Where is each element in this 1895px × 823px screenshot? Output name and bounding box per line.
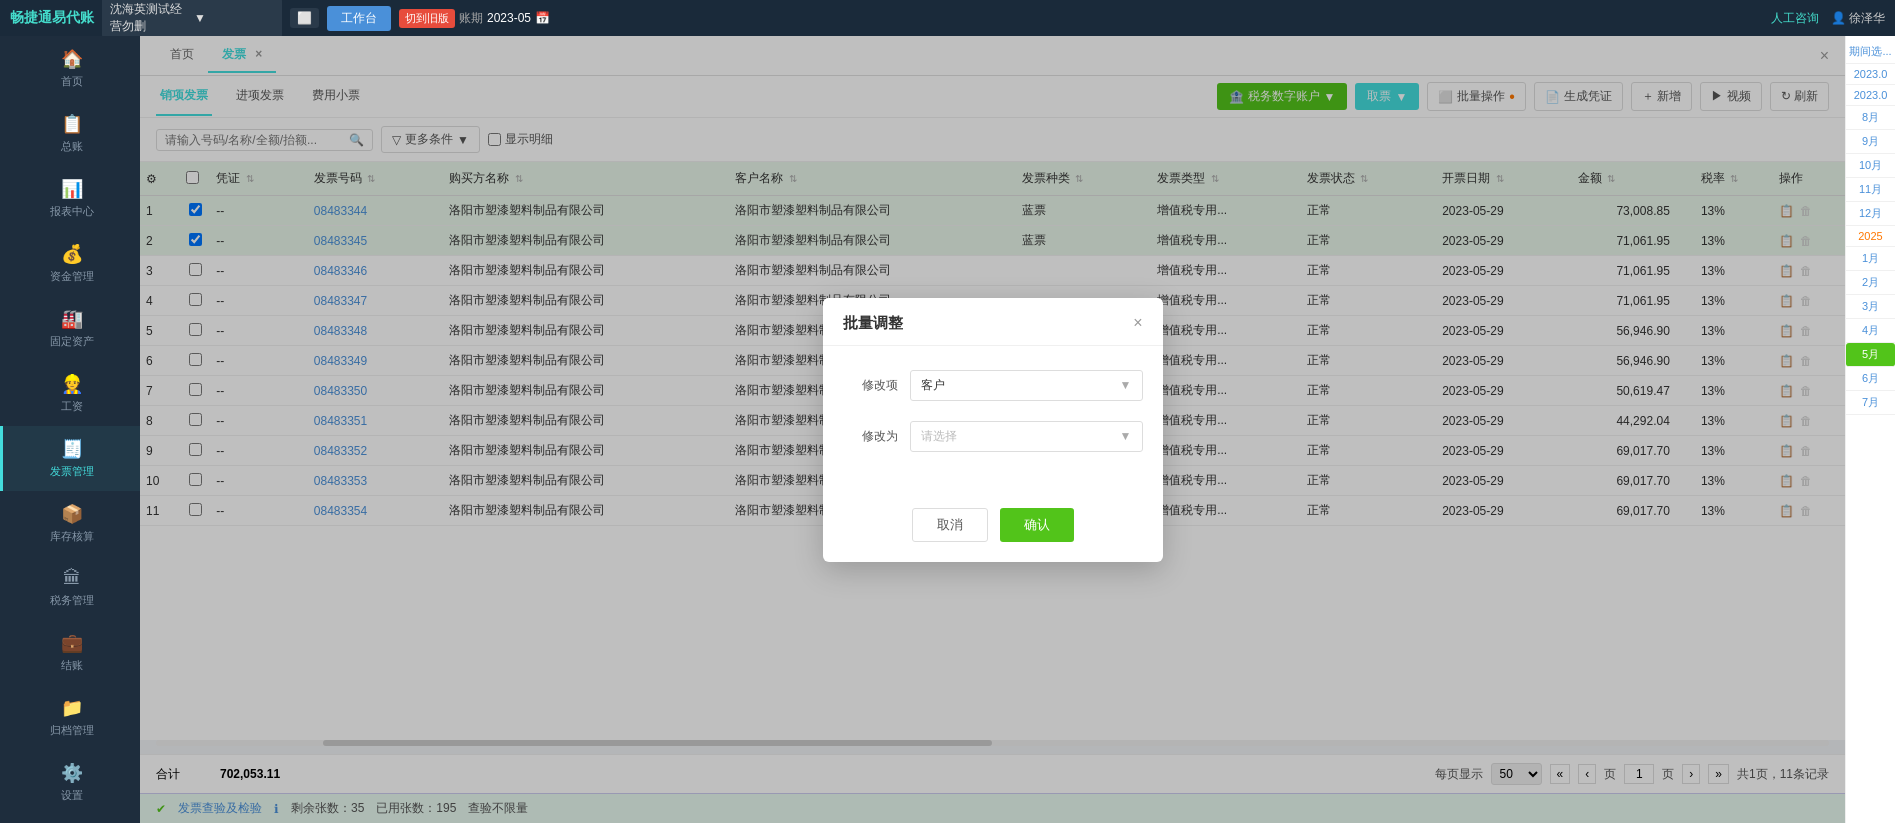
sidebar-item-salary[interactable]: 👷 工资 <box>0 361 140 426</box>
settlement-icon: 💼 <box>61 632 83 654</box>
modify-value-label: 修改为 <box>843 428 898 445</box>
timeline-item-jul[interactable]: 7月 <box>1846 391 1895 415</box>
top-bar: 畅捷通易代账 沈海英测试经营勿删 ▼ ⬜ 工作台 切到旧版 账期 2023-05… <box>0 0 1895 36</box>
company-selector[interactable]: 沈海英测试经营勿删 ▼ <box>102 0 282 38</box>
period-area: 切到旧版 账期 2023-05 📅 <box>399 9 550 28</box>
sidebar-item-ledger[interactable]: 📋 总账 <box>0 101 140 166</box>
workspace-btn[interactable]: 工作台 <box>327 6 391 31</box>
sidebar-item-label: 结账 <box>61 658 83 673</box>
timeline-item-may[interactable]: 5月 <box>1846 343 1895 367</box>
content-area: 首页 发票 × × 销项发票 进项发票 费用小票 🏦 税务数字账户 <box>140 36 1845 823</box>
sidebar-item-tax[interactable]: 🏛 税务管理 <box>0 556 140 620</box>
top-bar-right: 人工咨询 👤 徐泽华 <box>1771 10 1885 27</box>
assets-icon: 🏭 <box>61 308 83 330</box>
finance-icon: 💰 <box>61 243 83 265</box>
sidebar-item-finance[interactable]: 💰 资金管理 <box>0 231 140 296</box>
modify-value-row: 修改为 请选择 ▼ <box>843 421 1143 452</box>
sidebar-item-label: 资金管理 <box>50 269 94 284</box>
app-logo: 畅捷通易代账 <box>10 9 94 27</box>
sidebar-item-label: 工资 <box>61 399 83 414</box>
company-dropdown-arrow: ▼ <box>194 11 274 25</box>
timeline-item-nov[interactable]: 11月 <box>1846 178 1895 202</box>
timeline-item-feb[interactable]: 2月 <box>1846 271 1895 295</box>
modify-field-label: 修改项 <box>843 377 898 394</box>
home-icon: 🏠 <box>61 48 83 70</box>
sidebar-item-inventory[interactable]: 📦 库存核算 <box>0 491 140 556</box>
modify-field-row: 修改项 客户 ▼ <box>843 370 1143 401</box>
sidebar-item-invoice[interactable]: 🧾 发票管理 <box>0 426 140 491</box>
sidebar-item-label: 税务管理 <box>50 593 94 608</box>
timeline-item-aug[interactable]: 8月 <box>1846 106 1895 130</box>
confirm-btn[interactable]: 确认 <box>1000 508 1074 542</box>
user-avatar-icon: 👤 <box>1831 11 1846 25</box>
timeline-item-sep[interactable]: 9月 <box>1846 130 1895 154</box>
timeline-item-jan[interactable]: 1月 <box>1846 247 1895 271</box>
timeline-item-2023a[interactable]: 2023.0 <box>1846 64 1895 85</box>
settings-icon: ⚙️ <box>61 762 83 784</box>
timeline-item-apr[interactable]: 4月 <box>1846 319 1895 343</box>
dialog-overlay[interactable]: 批量调整 × 修改项 客户 ▼ 修改为 请选择 <box>140 36 1845 823</box>
dialog-close-btn[interactable]: × <box>1133 314 1142 332</box>
support-btn[interactable]: 人工咨询 <box>1771 10 1819 27</box>
timeline-item-period[interactable]: 期间选... <box>1846 40 1895 64</box>
modify-value-placeholder: 请选择 <box>921 428 957 445</box>
sidebar-item-label: 报表中心 <box>50 204 94 219</box>
dialog-title: 批量调整 <box>843 314 903 333</box>
modify-field-select[interactable]: 客户 ▼ <box>910 370 1143 401</box>
period-calendar-icon[interactable]: 📅 <box>535 11 550 25</box>
salary-icon: 👷 <box>61 373 83 395</box>
timeline-item-jun[interactable]: 6月 <box>1846 367 1895 391</box>
timeline-panel: 期间选... 2023.0 2023.0 8月 9月 10月 11月 12月 2… <box>1845 36 1895 823</box>
sidebar-item-label: 设置 <box>61 788 83 803</box>
batch-adjust-dialog: 批量调整 × 修改项 客户 ▼ 修改为 请选择 <box>823 298 1163 562</box>
sidebar-item-archive[interactable]: 📁 归档管理 <box>0 685 140 750</box>
ledger-icon: 📋 <box>61 113 83 135</box>
inventory-icon: 📦 <box>61 503 83 525</box>
period-value: 2023-05 <box>487 11 531 25</box>
timeline-item-dec[interactable]: 12月 <box>1846 202 1895 226</box>
reports-icon: 📊 <box>61 178 83 200</box>
period-label: 账期 <box>459 10 483 27</box>
company-settings-btn[interactable]: ⬜ <box>290 8 319 28</box>
timeline-item-mar[interactable]: 3月 <box>1846 295 1895 319</box>
sidebar-item-label: 发票管理 <box>50 464 94 479</box>
timeline-item-2023b[interactable]: 2023.0 <box>1846 85 1895 106</box>
sidebar-item-label: 库存核算 <box>50 529 94 544</box>
sidebar-item-label: 归档管理 <box>50 723 94 738</box>
timeline-item-oct[interactable]: 10月 <box>1846 154 1895 178</box>
user-info[interactable]: 👤 徐泽华 <box>1831 10 1885 27</box>
sidebar-item-settlement[interactable]: 💼 结账 <box>0 620 140 685</box>
archive-icon: 📁 <box>61 697 83 719</box>
sidebar-item-reports[interactable]: 📊 报表中心 <box>0 166 140 231</box>
field-dropdown-arrow: ▼ <box>1120 378 1132 392</box>
company-name: 沈海英测试经营勿删 <box>110 1 190 35</box>
dialog-header: 批量调整 × <box>823 298 1163 346</box>
top-bar-middle: 工作台 切到旧版 账期 2023-05 📅 <box>327 6 1763 31</box>
sidebar-item-label: 首页 <box>61 74 83 89</box>
user-name: 徐泽华 <box>1849 10 1885 27</box>
modify-field-value: 客户 <box>921 377 945 394</box>
sidebar-item-guide[interactable]: 📗 新手引导 <box>0 815 140 823</box>
sidebar-item-settings[interactable]: ⚙️ 设置 <box>0 750 140 815</box>
timeline-item-2025[interactable]: 2025 <box>1846 226 1895 247</box>
cancel-btn[interactable]: 取消 <box>912 508 988 542</box>
dialog-body: 修改项 客户 ▼ 修改为 请选择 ▼ <box>823 346 1163 496</box>
sidebar-item-label: 总账 <box>61 139 83 154</box>
tax-icon: 🏛 <box>63 568 81 589</box>
sidebar-item-home[interactable]: 🏠 首页 <box>0 36 140 101</box>
sidebar: 🏠 首页 📋 总账 📊 报表中心 💰 资金管理 🏭 固定资产 👷 工资 🧾 发票… <box>0 36 140 823</box>
invoice-icon: 🧾 <box>61 438 83 460</box>
switch-period-btn[interactable]: 切到旧版 <box>399 9 455 28</box>
dialog-footer: 取消 确认 <box>823 496 1163 562</box>
sidebar-item-assets[interactable]: 🏭 固定资产 <box>0 296 140 361</box>
value-dropdown-arrow: ▼ <box>1120 429 1132 443</box>
sidebar-item-label: 固定资产 <box>50 334 94 349</box>
modify-value-select[interactable]: 请选择 ▼ <box>910 421 1143 452</box>
